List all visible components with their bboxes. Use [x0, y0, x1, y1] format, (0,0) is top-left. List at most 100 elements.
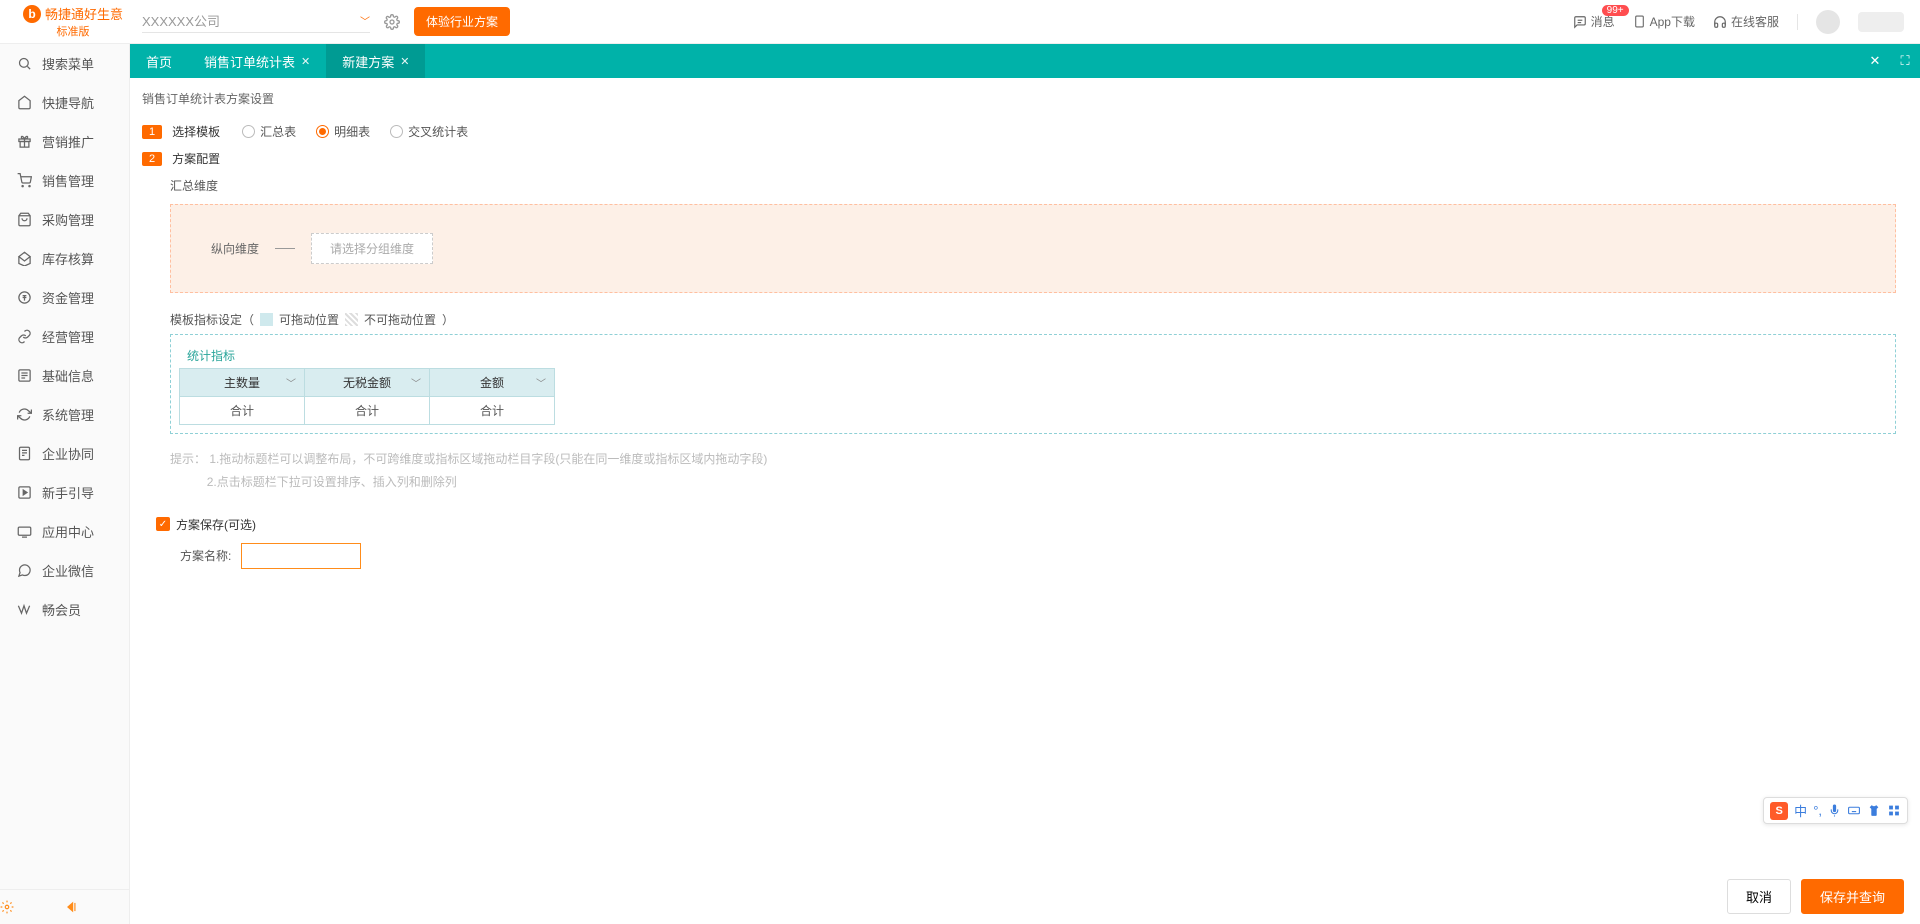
tabs: 首页销售订单统计表✕新建方案✕ ✕ ⛶ — [130, 44, 1920, 78]
scheme-name-row: 方案名称: — [180, 543, 1896, 569]
radio-icon — [390, 125, 403, 138]
messages-badge: 99+ — [1602, 5, 1629, 16]
close-icon[interactable]: ✕ — [400, 55, 409, 68]
footer-buttons: 取消 保存并查询 — [1711, 869, 1920, 924]
metric-header-label: 无税金额 — [343, 374, 391, 391]
legend-nondraggable-label: 不可拖动位置 — [364, 311, 436, 328]
sidebar-item-10[interactable]: 企业协同 — [0, 434, 129, 473]
sidebar-bottom — [0, 889, 129, 924]
sidebar-item-label: 资金管理 — [42, 288, 94, 307]
scheme-name-input[interactable] — [241, 543, 361, 569]
template-radio-group: 汇总表 明细表 交叉统计表 — [242, 123, 468, 140]
radio-label: 汇总表 — [260, 123, 296, 140]
sidebar-item-1[interactable]: 快捷导航 — [0, 83, 129, 122]
ime-bar[interactable]: S 中 °, — [1763, 797, 1908, 824]
ime-keyboard-icon[interactable] — [1847, 804, 1861, 817]
close-icon[interactable]: ✕ — [301, 55, 310, 68]
ime-toolbox-icon[interactable] — [1887, 804, 1901, 817]
template-radio-2[interactable]: 交叉统计表 — [390, 123, 468, 140]
metric-header-2[interactable]: 金额 ﹀ — [430, 369, 555, 397]
company-name: XXXXXX公司 — [142, 11, 220, 30]
dim-line — [275, 248, 295, 249]
play-icon — [16, 485, 32, 501]
sidebar-item-label: 应用中心 — [42, 522, 94, 541]
sidebar-item-8[interactable]: 基础信息 — [0, 356, 129, 395]
ime-skin-icon[interactable] — [1867, 804, 1881, 817]
online-service-label: 在线客服 — [1731, 13, 1779, 30]
metrics-title: 统计指标 — [179, 343, 1887, 368]
chevron-down-icon[interactable]: ﹀ — [411, 375, 421, 390]
chevron-down-icon[interactable]: ﹀ — [536, 375, 546, 390]
cancel-button[interactable]: 取消 — [1727, 879, 1791, 914]
tab-2[interactable]: 新建方案✕ — [326, 44, 425, 78]
metric-header-label: 金额 — [480, 374, 504, 391]
metric-header-0[interactable]: 主数量﹀ — [180, 369, 305, 397]
sidebar-item-5[interactable]: 库存核算 — [0, 239, 129, 278]
list-icon — [16, 368, 32, 384]
metric-total-cell-1: 合计 — [305, 397, 430, 425]
gear-icon[interactable] — [384, 14, 400, 30]
dimension-title: 汇总维度 — [170, 177, 1896, 194]
template-radio-0[interactable]: 汇总表 — [242, 123, 296, 140]
sidebar-item-13[interactable]: 企业微信 — [0, 551, 129, 590]
app-header: b 畅捷通好生意 标准版 XXXXXX公司 ﹀ 体验行业方案 消息 99+ Ap… — [0, 0, 1920, 44]
legend-nondraggable-swatch — [345, 313, 358, 326]
logo-text: 畅捷通好生意 — [45, 4, 123, 23]
tab-1[interactable]: 销售订单统计表✕ — [188, 44, 326, 78]
header-right: 消息 99+ App下载 在线客服 — [1573, 10, 1904, 34]
metric-header-1[interactable]: 无税金额 ﹀ — [305, 369, 430, 397]
chevron-down-icon[interactable]: ﹀ — [286, 375, 296, 390]
ime-mic-icon[interactable] — [1828, 804, 1841, 817]
vertical-dim-label: 纵向维度 — [211, 240, 259, 257]
app-download-label: App下载 — [1650, 13, 1695, 30]
sidebar-item-6[interactable]: 资金管理 — [0, 278, 129, 317]
sidebar-item-label: 搜索菜单 — [42, 54, 94, 73]
sidebar-item-7[interactable]: 经营管理 — [0, 317, 129, 356]
ime-lang[interactable]: 中 — [1794, 801, 1807, 820]
company-selector[interactable]: XXXXXX公司 ﹀ — [142, 11, 370, 33]
step-1-label: 选择模板 — [172, 123, 220, 140]
sidebar-item-14[interactable]: 畅会员 — [0, 590, 129, 629]
sidebar: 搜索菜单快捷导航营销推广销售管理采购管理库存核算资金管理经营管理基础信息系统管理… — [0, 44, 130, 924]
sidebar-settings-button[interactable] — [0, 890, 65, 924]
save-scheme-checkbox[interactable]: ✓ — [156, 517, 170, 531]
experience-button[interactable]: 体验行业方案 — [414, 7, 510, 36]
save-scheme-row[interactable]: ✓ 方案保存(可选) — [156, 516, 1896, 533]
avatar[interactable] — [1816, 10, 1840, 34]
sidebar-item-label: 企业微信 — [42, 561, 94, 580]
sidebar-item-11[interactable]: 新手引导 — [0, 473, 129, 512]
sidebar-collapse-button[interactable] — [65, 890, 130, 924]
sidebar-item-label: 基础信息 — [42, 366, 94, 385]
sidebar-item-2[interactable]: 营销推广 — [0, 122, 129, 161]
step-2-row: 2 方案配置 — [142, 150, 1920, 167]
ime-punct-icon[interactable]: °, — [1813, 803, 1822, 818]
metric-total-cell-2: 合计 — [430, 397, 555, 425]
dimension-picker[interactable]: 请选择分组维度 — [311, 233, 433, 264]
save-query-button[interactable]: 保存并查询 — [1801, 879, 1904, 914]
scheme-name-label: 方案名称: — [180, 547, 231, 564]
tab-close-all-button[interactable]: ✕ — [1860, 53, 1890, 69]
gift-icon — [16, 134, 32, 150]
messages-link[interactable]: 消息 99+ — [1573, 13, 1615, 30]
sidebar-item-0[interactable]: 搜索菜单 — [0, 44, 129, 83]
home-icon — [16, 95, 32, 111]
sidebar-item-4[interactable]: 采购管理 — [0, 200, 129, 239]
search-icon — [16, 56, 32, 72]
sidebar-item-9[interactable]: 系统管理 — [0, 395, 129, 434]
app-download-link[interactable]: App下载 — [1633, 13, 1695, 30]
box-icon — [16, 251, 32, 267]
sidebar-item-12[interactable]: 应用中心 — [0, 512, 129, 551]
online-service-link[interactable]: 在线客服 — [1713, 13, 1779, 30]
logo: b 畅捷通好生意 标准版 — [16, 4, 130, 39]
legend-row: 模板指标设定（ 可拖动位置 不可拖动位置 ） — [170, 311, 1896, 328]
sidebar-item-3[interactable]: 销售管理 — [0, 161, 129, 200]
sidebar-item-label: 库存核算 — [42, 249, 94, 268]
user-plate[interactable] — [1858, 12, 1904, 32]
tab-0[interactable]: 首页 — [130, 44, 188, 78]
page-title: 销售订单统计表方案设置 — [142, 90, 1920, 107]
tv-icon — [16, 524, 32, 540]
logo-subtitle: 标准版 — [57, 23, 90, 39]
template-radio-1[interactable]: 明细表 — [316, 123, 370, 140]
legend-suffix: ） — [442, 311, 454, 328]
fullscreen-button[interactable]: ⛶ — [1890, 53, 1920, 69]
